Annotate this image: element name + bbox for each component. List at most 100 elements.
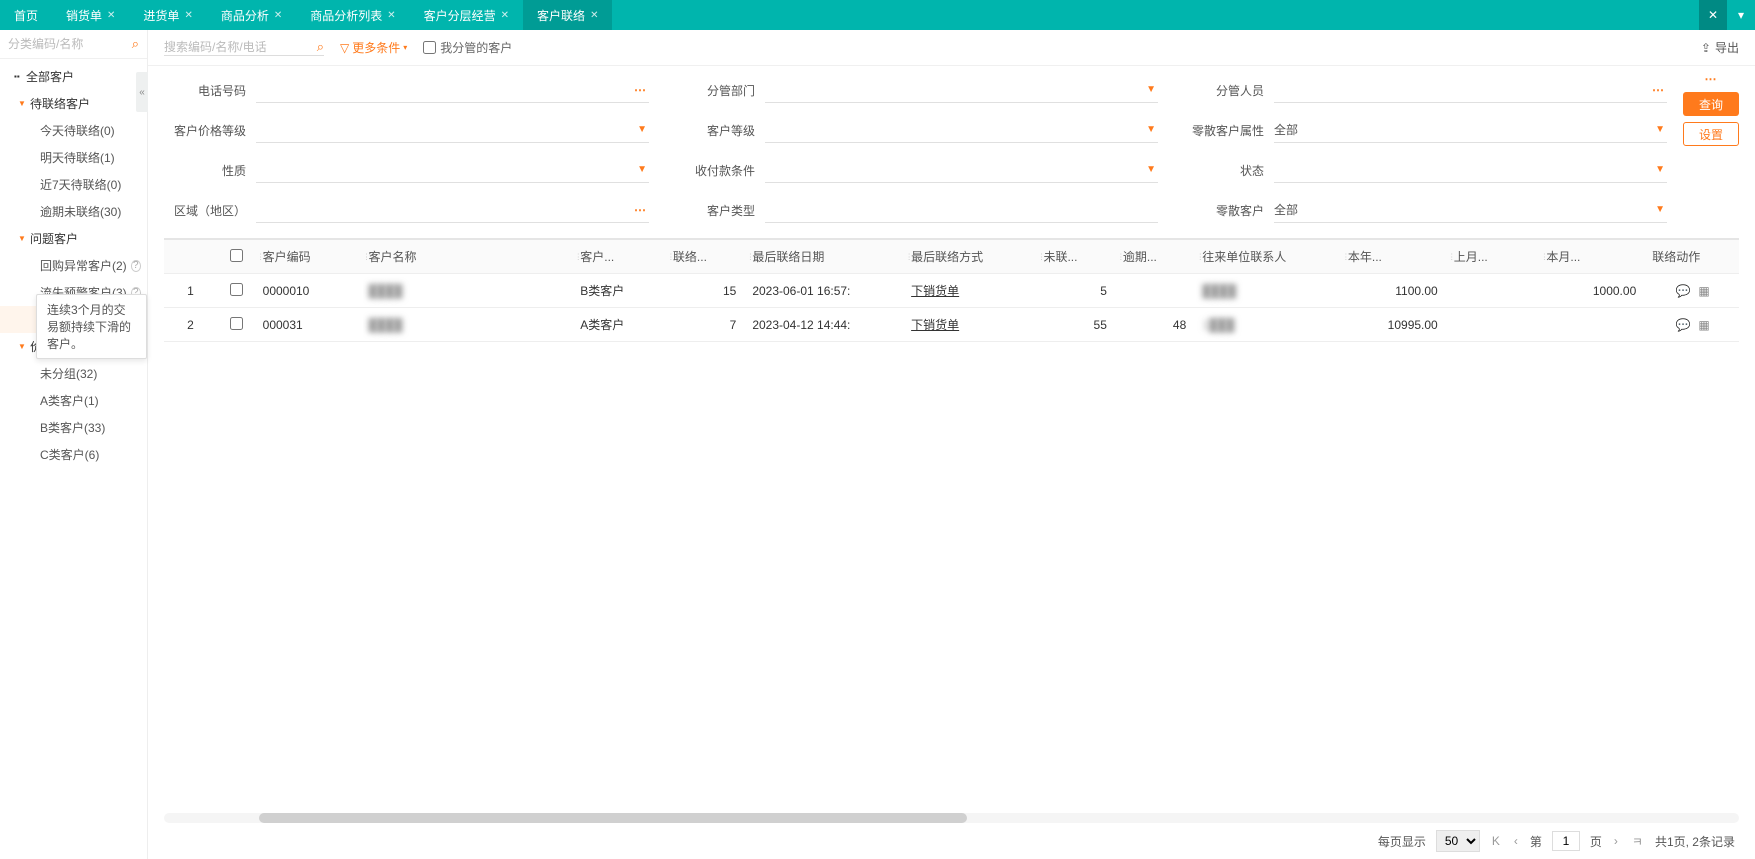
sort-icon[interactable]: ⋮ bbox=[1196, 252, 1204, 261]
tree-leaf[interactable]: 逾期未联络(30) bbox=[0, 198, 147, 225]
column-header[interactable]: ⋮未联... bbox=[1037, 240, 1116, 274]
tree-leaf[interactable]: 近7天待联络(0) bbox=[0, 171, 147, 198]
filter-input[interactable]: ▼ bbox=[256, 117, 649, 143]
tab[interactable]: 商品分析✕ bbox=[207, 0, 296, 30]
last-way-link[interactable]: 下销货单 bbox=[911, 318, 959, 332]
tabs-menu-button[interactable]: ▾ bbox=[1727, 0, 1755, 30]
grid-icon[interactable]: ▦ bbox=[1698, 318, 1709, 332]
column-header[interactable] bbox=[164, 240, 217, 274]
close-icon[interactable]: ✕ bbox=[501, 10, 509, 21]
more-actions-icon[interactable]: ⋯ bbox=[1683, 72, 1739, 86]
tab[interactable]: 首页 bbox=[0, 0, 52, 30]
settings-button[interactable]: 设置 bbox=[1683, 122, 1739, 146]
tree-leaf[interactable]: A类客户(1) bbox=[0, 387, 147, 414]
grid-icon[interactable]: ▦ bbox=[1698, 284, 1709, 298]
tree-leaf[interactable]: B类客户(33) bbox=[0, 414, 147, 441]
close-icon[interactable]: ✕ bbox=[274, 10, 282, 21]
select-all-checkbox[interactable] bbox=[230, 249, 243, 262]
column-header[interactable]: ⋮客户... bbox=[574, 240, 667, 274]
column-header[interactable]: ⋮本月... bbox=[1540, 240, 1646, 274]
column-header[interactable]: ⋮逾期... bbox=[1117, 240, 1196, 274]
tab[interactable]: 客户联络✕ bbox=[523, 0, 612, 30]
tab[interactable]: 销货单✕ bbox=[52, 0, 129, 30]
more-icon[interactable]: ⋯ bbox=[634, 203, 647, 217]
filter-input[interactable]: ⋯ bbox=[256, 197, 649, 223]
chevron-down-icon[interactable]: ▼ bbox=[1655, 204, 1665, 215]
column-header[interactable]: ⋮最后联络方式 bbox=[905, 240, 1037, 274]
column-header[interactable]: ⋮本年... bbox=[1342, 240, 1448, 274]
filter-input[interactable] bbox=[765, 197, 1158, 223]
search-icon[interactable]: ⌕ bbox=[317, 39, 324, 55]
sort-icon[interactable]: ⋮ bbox=[257, 252, 265, 261]
tree-leaf[interactable]: 明天待联络(1) bbox=[0, 144, 147, 171]
close-icon[interactable]: ✕ bbox=[387, 10, 395, 21]
filter-input[interactable]: ▼ bbox=[765, 117, 1158, 143]
filter-input[interactable]: ▼ bbox=[765, 157, 1158, 183]
sidebar-collapse-handle[interactable]: « bbox=[136, 72, 148, 112]
filter-input[interactable]: ▼ bbox=[1274, 157, 1667, 183]
tree-leaf[interactable]: C类客户(6) bbox=[0, 441, 147, 468]
filter-input[interactable]: ⋯ bbox=[256, 77, 649, 103]
close-icon[interactable]: ✕ bbox=[107, 10, 115, 21]
next-page-button[interactable]: › bbox=[1612, 834, 1620, 848]
row-checkbox[interactable] bbox=[230, 283, 243, 296]
sort-icon[interactable]: ⋮ bbox=[574, 252, 582, 261]
sort-icon[interactable]: ⋮ bbox=[746, 252, 754, 261]
filter-input[interactable]: ▼ bbox=[256, 157, 649, 183]
tree-leaf[interactable]: 回购异常客户(2) ? bbox=[0, 252, 147, 279]
tree-root-all-customers[interactable]: ▪▪ 全部客户 bbox=[0, 63, 147, 90]
close-icon[interactable]: ✕ bbox=[590, 10, 598, 21]
chevron-down-icon[interactable]: ▼ bbox=[1655, 164, 1665, 175]
chevron-down-icon[interactable]: ▼ bbox=[1146, 124, 1156, 135]
more-icon[interactable]: ⋯ bbox=[634, 83, 647, 97]
filter-input[interactable]: 全部▼ bbox=[1274, 117, 1667, 143]
tab[interactable]: 进货单✕ bbox=[129, 0, 206, 30]
sort-icon[interactable]: ⋮ bbox=[1037, 252, 1045, 261]
column-header[interactable]: ⋮最后联络日期 bbox=[746, 240, 905, 274]
table-row[interactable]: 10000010████B类客户152023-06-01 16:57:下销货单5… bbox=[164, 274, 1739, 308]
sort-icon[interactable]: ⋮ bbox=[905, 252, 913, 261]
my-customers-input[interactable] bbox=[423, 41, 436, 54]
sort-icon[interactable]: ⋮ bbox=[1448, 252, 1456, 261]
help-icon[interactable]: ? bbox=[131, 260, 141, 272]
column-header[interactable]: ⋮客户名称 bbox=[363, 240, 575, 274]
table-row[interactable]: 2000031████A类客户72023-04-12 14:44:下销货单554… bbox=[164, 308, 1739, 342]
query-button[interactable]: 查询 bbox=[1683, 92, 1739, 116]
sort-icon[interactable]: ⋮ bbox=[1117, 252, 1125, 261]
column-header[interactable] bbox=[217, 240, 257, 274]
tab[interactable]: 商品分析列表✕ bbox=[296, 0, 409, 30]
chevron-down-icon[interactable]: ▼ bbox=[637, 124, 647, 135]
first-page-button[interactable]: K bbox=[1490, 834, 1502, 848]
sidebar-search-input[interactable] bbox=[8, 37, 132, 51]
main-search-input[interactable] bbox=[164, 40, 317, 54]
tree-group[interactable]: ▼问题客户 bbox=[0, 225, 147, 252]
sort-icon[interactable]: ⋮ bbox=[1342, 252, 1350, 261]
last-way-link[interactable]: 下销货单 bbox=[911, 284, 959, 298]
chevron-down-icon[interactable]: ▼ bbox=[1146, 164, 1156, 175]
filter-input[interactable]: ⋯ bbox=[1274, 77, 1667, 103]
chevron-down-icon[interactable]: ▼ bbox=[1146, 84, 1156, 95]
close-icon[interactable]: ✕ bbox=[184, 10, 192, 21]
tree-leaf[interactable]: 今天待联络(0) bbox=[0, 117, 147, 144]
per-page-select[interactable]: 50 bbox=[1436, 830, 1480, 852]
sort-icon[interactable]: ⋮ bbox=[667, 252, 675, 261]
column-header[interactable]: ⋮客户编码 bbox=[257, 240, 363, 274]
tree-leaf[interactable]: 未分组(32) bbox=[0, 360, 147, 387]
more-filter-toggle[interactable]: ▽ 更多条件 ▾ bbox=[340, 39, 407, 56]
row-checkbox[interactable] bbox=[230, 317, 243, 330]
chevron-down-icon[interactable]: ▼ bbox=[1655, 124, 1665, 135]
column-header[interactable]: ⋮上月... bbox=[1448, 240, 1541, 274]
export-button[interactable]: ⇪ 导出 bbox=[1701, 39, 1739, 56]
close-all-tabs-button[interactable]: ✕ bbox=[1699, 0, 1727, 30]
chevron-down-icon[interactable]: ▼ bbox=[637, 164, 647, 175]
tab[interactable]: 客户分层经营✕ bbox=[410, 0, 523, 30]
page-input[interactable] bbox=[1552, 831, 1580, 851]
chat-icon[interactable]: 💬 bbox=[1675, 284, 1690, 298]
filter-input[interactable]: ▼ bbox=[765, 77, 1158, 103]
tree-group[interactable]: ▼待联络客户 bbox=[0, 90, 147, 117]
column-header[interactable]: ⋮往来单位联系人 bbox=[1196, 240, 1342, 274]
column-header[interactable]: 联络动作 bbox=[1646, 240, 1739, 274]
sort-icon[interactable]: ⋮ bbox=[1540, 252, 1548, 261]
filter-input[interactable]: 全部▼ bbox=[1274, 197, 1667, 223]
sort-icon[interactable]: ⋮ bbox=[363, 252, 371, 261]
